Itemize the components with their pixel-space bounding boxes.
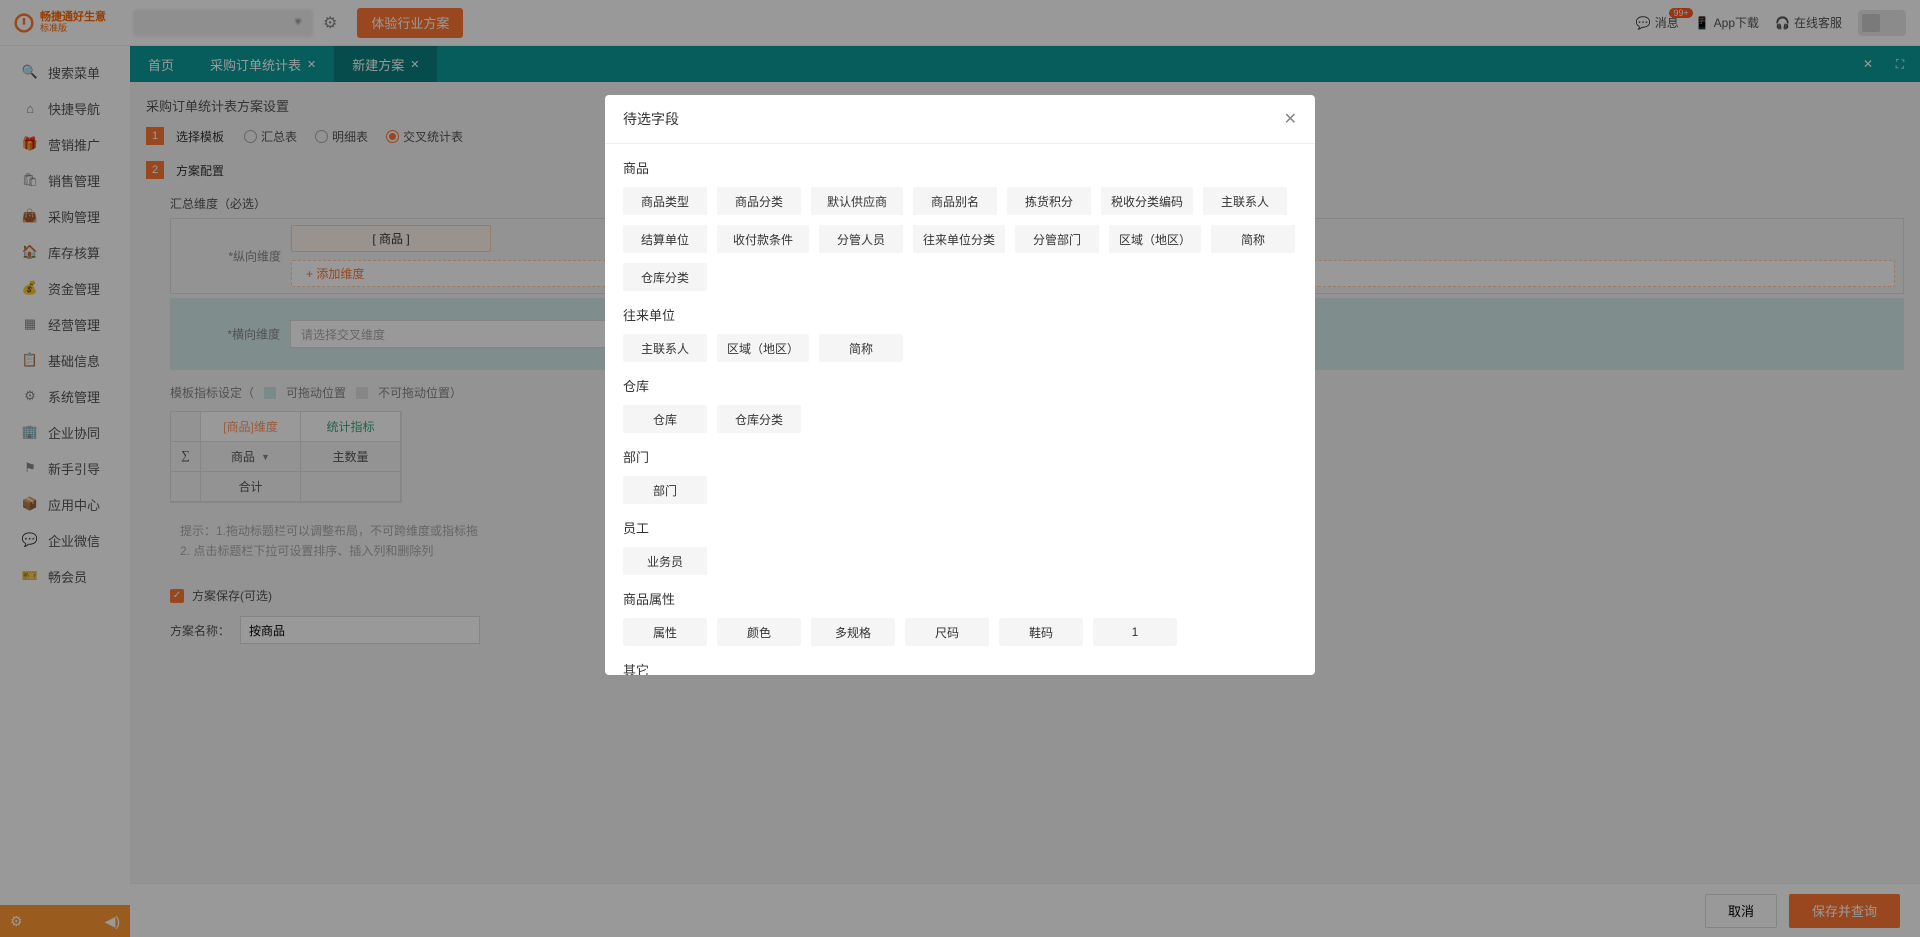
field-group-title: 员工 (623, 518, 1297, 537)
field-group-2: 仓库仓库仓库分类 (623, 376, 1297, 433)
modal-title: 待选字段 (623, 109, 679, 129)
field-group-6: 其它单据日期项目 (623, 660, 1297, 675)
field-group-title: 仓库 (623, 376, 1297, 395)
field-chip[interactable]: 部门 (623, 476, 707, 504)
field-chip[interactable]: 简称 (1211, 225, 1295, 253)
field-group-0: 商品商品类型商品分类默认供应商商品别名拣货积分税收分类编码主联系人结算单位收付款… (623, 158, 1297, 291)
field-group-1: 往来单位主联系人区域（地区） 简称 (623, 305, 1297, 362)
field-chip[interactable]: 仓库分类 (717, 405, 801, 433)
field-chip[interactable]: 结算单位 (623, 225, 707, 253)
field-chip[interactable]: 仓库分类 (623, 263, 707, 291)
field-selector-modal: 待选字段 ✕ 商品商品类型商品分类默认供应商商品别名拣货积分税收分类编码主联系人… (605, 95, 1315, 675)
field-chip[interactable]: 区域（地区） (1109, 225, 1201, 253)
field-group-title: 部门 (623, 447, 1297, 466)
modal-header: 待选字段 ✕ (605, 95, 1315, 144)
field-chip[interactable]: 颜色 (717, 618, 801, 646)
field-chip[interactable]: 默认供应商 (811, 187, 903, 215)
field-chip[interactable]: 拣货积分 (1007, 187, 1091, 215)
field-chip[interactable]: 主联系人 (623, 334, 707, 362)
field-group-title: 其它 (623, 660, 1297, 675)
field-chip[interactable]: 尺码 (905, 618, 989, 646)
field-chip[interactable]: 鞋码 (999, 618, 1083, 646)
field-group-title: 商品 (623, 158, 1297, 177)
field-chip[interactable]: 商品类型 (623, 187, 707, 215)
field-group-3: 部门部门 (623, 447, 1297, 504)
field-chip[interactable]: 商品分类 (717, 187, 801, 215)
close-icon[interactable]: ✕ (1284, 109, 1297, 129)
modal-overlay[interactable]: 待选字段 ✕ 商品商品类型商品分类默认供应商商品别名拣货积分税收分类编码主联系人… (0, 0, 1920, 937)
field-chip[interactable]: 收付款条件 (717, 225, 809, 253)
field-chip[interactable]: 税收分类编码 (1101, 187, 1193, 215)
field-chip[interactable]: 商品别名 (913, 187, 997, 215)
field-chip[interactable]: 业务员 (623, 547, 707, 575)
field-group-title: 往来单位 (623, 305, 1297, 324)
field-chip[interactable]: 主联系人 (1203, 187, 1287, 215)
field-chip[interactable]: 区域（地区） (717, 334, 809, 362)
field-group-5: 商品属性属性颜色多规格尺码鞋码 1 (623, 589, 1297, 646)
field-chip[interactable]: 分管部门 (1015, 225, 1099, 253)
field-chip[interactable]: 1 (1093, 618, 1177, 646)
field-chip[interactable]: 往来单位分类 (913, 225, 1005, 253)
field-group-4: 员工业务员 (623, 518, 1297, 575)
field-chip[interactable]: 简称 (819, 334, 903, 362)
field-group-title: 商品属性 (623, 589, 1297, 608)
field-chip[interactable]: 多规格 (811, 618, 895, 646)
field-chip[interactable]: 属性 (623, 618, 707, 646)
field-chip[interactable]: 分管人员 (819, 225, 903, 253)
modal-body: 商品商品类型商品分类默认供应商商品别名拣货积分税收分类编码主联系人结算单位收付款… (605, 144, 1315, 675)
field-chip[interactable]: 仓库 (623, 405, 707, 433)
